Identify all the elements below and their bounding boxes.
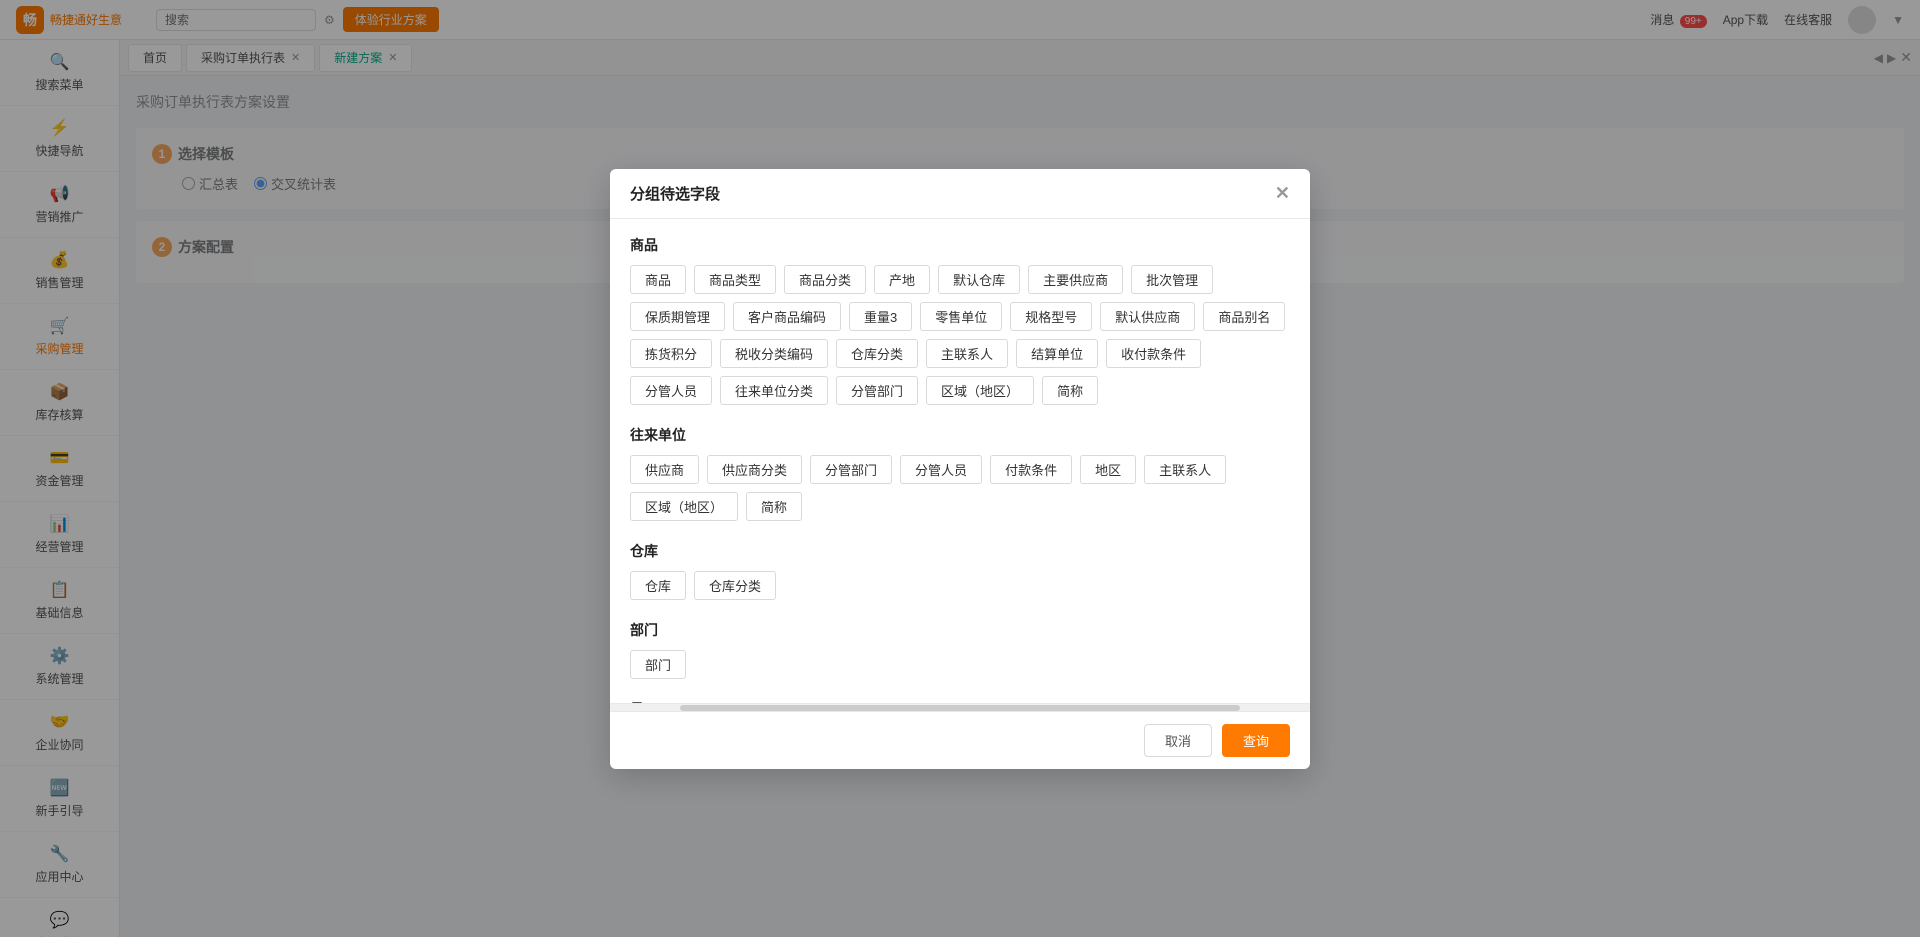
modal-header: 分组待选字段 ✕	[610, 169, 1310, 219]
field-tags-department: 部门	[630, 650, 1290, 679]
field-tag-0-11[interactable]: 规格型号	[1010, 302, 1092, 331]
field-tag-0-1[interactable]: 商品类型	[694, 265, 776, 294]
field-tag-1-5[interactable]: 地区	[1080, 455, 1136, 484]
field-tag-0-7[interactable]: 保质期管理	[630, 302, 725, 331]
field-tag-0-17[interactable]: 主联系人	[926, 339, 1008, 368]
field-tag-1-1[interactable]: 供应商分类	[707, 455, 802, 484]
field-tag-0-15[interactable]: 税收分类编码	[720, 339, 828, 368]
modal-footer: 取消 查询	[610, 711, 1310, 769]
field-tag-1-2[interactable]: 分管部门	[810, 455, 892, 484]
field-tag-0-10[interactable]: 零售单位	[920, 302, 1002, 331]
field-tag-1-0[interactable]: 供应商	[630, 455, 699, 484]
section-title-counterpart: 往来单位	[630, 425, 1290, 445]
field-tag-0-12[interactable]: 默认供应商	[1100, 302, 1195, 331]
field-tag-1-6[interactable]: 主联系人	[1144, 455, 1226, 484]
field-tag-0-3[interactable]: 产地	[874, 265, 930, 294]
field-tag-0-6[interactable]: 批次管理	[1131, 265, 1213, 294]
field-tag-0-0[interactable]: 商品	[630, 265, 686, 294]
field-tag-0-20[interactable]: 分管人员	[630, 376, 712, 405]
modal-close-button[interactable]: ✕	[1275, 184, 1290, 202]
modal-title: 分组待选字段	[630, 183, 720, 204]
field-tag-0-19[interactable]: 收付款条件	[1106, 339, 1201, 368]
field-tag-3-0[interactable]: 部门	[630, 650, 686, 679]
field-tag-0-18[interactable]: 结算单位	[1016, 339, 1098, 368]
modal-scroll-thumb	[680, 705, 1240, 711]
field-tag-0-14[interactable]: 拣货积分	[630, 339, 712, 368]
field-tag-1-7[interactable]: 区域（地区）	[630, 492, 738, 521]
field-section-counterpart: 往来单位供应商供应商分类分管部门分管人员付款条件地区主联系人区域（地区） 简称	[630, 425, 1290, 521]
field-tags-goods: 商品商品类型商品分类产地默认仓库主要供应商批次管理保质期管理客户商品编码重量3 零…	[630, 265, 1290, 405]
field-section-department: 部门部门	[630, 620, 1290, 679]
field-tag-1-3[interactable]: 分管人员	[900, 455, 982, 484]
section-title-goods: 商品	[630, 235, 1290, 255]
field-tags-counterpart: 供应商供应商分类分管部门分管人员付款条件地区主联系人区域（地区） 简称	[630, 455, 1290, 521]
field-section-goods: 商品商品商品类型商品分类产地默认仓库主要供应商批次管理保质期管理客户商品编码重量…	[630, 235, 1290, 405]
modal-overlay: 分组待选字段 ✕ 商品商品商品类型商品分类产地默认仓库主要供应商批次管理保质期管…	[0, 0, 1920, 937]
field-tag-0-4[interactable]: 默认仓库	[938, 265, 1020, 294]
section-title-department: 部门	[630, 620, 1290, 640]
field-section-warehouse: 仓库仓库仓库分类	[630, 541, 1290, 600]
field-tag-0-23[interactable]: 区域（地区）	[926, 376, 1034, 405]
field-tag-1-4[interactable]: 付款条件	[990, 455, 1072, 484]
field-tag-0-13[interactable]: 商品别名	[1203, 302, 1285, 331]
modal-body[interactable]: 商品商品商品类型商品分类产地默认仓库主要供应商批次管理保质期管理客户商品编码重量…	[610, 219, 1310, 703]
modal-scroll-track	[610, 703, 1310, 711]
field-tag-1-8[interactable]: 简称	[746, 492, 802, 521]
field-tag-0-24[interactable]: 简称	[1042, 376, 1098, 405]
field-tag-0-16[interactable]: 仓库分类	[836, 339, 918, 368]
section-title-warehouse: 仓库	[630, 541, 1290, 561]
confirm-button[interactable]: 查询	[1222, 724, 1290, 757]
field-tag-2-1[interactable]: 仓库分类	[694, 571, 776, 600]
field-select-modal: 分组待选字段 ✕ 商品商品商品类型商品分类产地默认仓库主要供应商批次管理保质期管…	[610, 169, 1310, 769]
field-tag-0-21[interactable]: 往来单位分类	[720, 376, 828, 405]
field-tag-0-22[interactable]: 分管部门	[836, 376, 918, 405]
cancel-button[interactable]: 取消	[1144, 724, 1212, 757]
field-tag-0-2[interactable]: 商品分类	[784, 265, 866, 294]
field-tag-2-0[interactable]: 仓库	[630, 571, 686, 600]
field-tag-0-8[interactable]: 客户商品编码	[733, 302, 841, 331]
field-tag-0-9[interactable]: 重量3	[849, 302, 912, 331]
field-tags-warehouse: 仓库仓库分类	[630, 571, 1290, 600]
field-tag-0-5[interactable]: 主要供应商	[1028, 265, 1123, 294]
